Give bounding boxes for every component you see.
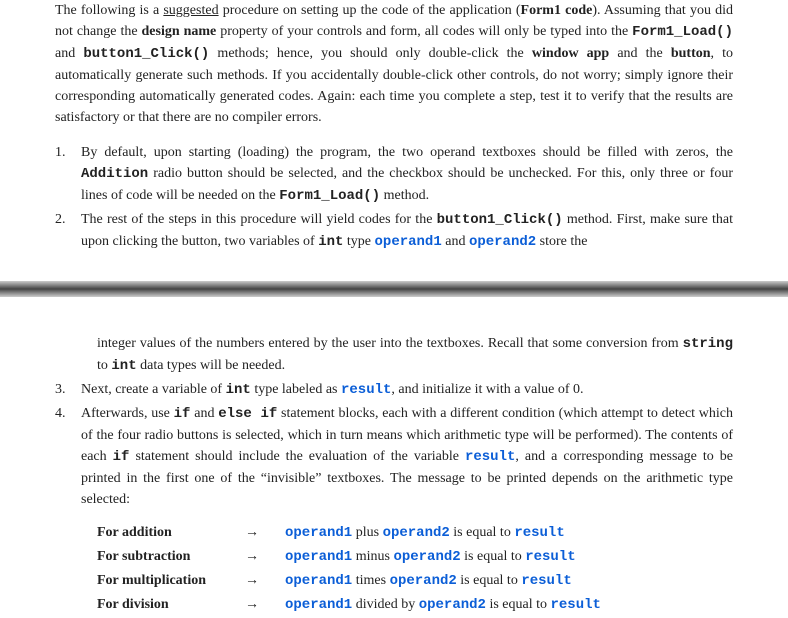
text: and — [442, 234, 469, 249]
op-label: For addition — [97, 522, 245, 543]
string-code: string — [683, 336, 733, 352]
operations-table: For addition → operand1 plus operand2 is… — [97, 522, 733, 616]
form1-code-label: Form1 code — [521, 3, 593, 18]
design-name-label: design name — [142, 24, 217, 39]
page-divider — [0, 281, 788, 297]
text: to — [97, 358, 111, 373]
arrow-icon: → — [245, 546, 285, 567]
document-page-2: integer values of the numbers entered by… — [0, 333, 788, 616]
table-row: For subtraction → operand1 minus operand… — [97, 546, 733, 568]
text: procedure on setting up the code of the … — [219, 3, 521, 18]
op-label: For subtraction — [97, 546, 245, 567]
text: property of your controls and form, all … — [216, 24, 632, 39]
addition-code: Addition — [81, 166, 148, 182]
result-code: result — [550, 597, 600, 613]
if-code: if — [113, 449, 130, 465]
text: minus — [352, 549, 393, 564]
list-item-4: Afterwards, use if and else if statement… — [55, 403, 733, 510]
button1-click-code: button1_Click() — [437, 212, 563, 228]
text: is equal to — [457, 573, 522, 588]
form1-load-code: Form1_Load() — [632, 24, 733, 40]
operand2-code: operand2 — [390, 573, 457, 589]
text: and the — [609, 46, 671, 61]
operand1-code: operand1 — [285, 525, 352, 541]
op-label: For division — [97, 594, 245, 615]
suggested-word: suggested — [163, 3, 218, 18]
list-item-1: By default, upon starting (loading) the … — [55, 142, 733, 207]
text: Afterwards, use — [81, 406, 174, 421]
operand2-code: operand2 — [393, 549, 460, 565]
text: data types will be needed. — [137, 358, 286, 373]
window-app-label: window app — [532, 46, 609, 61]
text: and — [55, 46, 83, 61]
result-code: result — [514, 525, 564, 541]
arrow-icon: → — [245, 570, 285, 591]
text: The rest of the steps in this procedure … — [81, 212, 437, 227]
operand1-code: operand1 — [285, 573, 352, 589]
text: store the — [536, 234, 587, 249]
op-text: operand1 times operand2 is equal to resu… — [285, 570, 733, 592]
int-code: int — [318, 234, 343, 250]
text: Next, create a variable of — [81, 382, 226, 397]
table-row: For multiplication → operand1 times oper… — [97, 570, 733, 592]
elseif-code: else if — [218, 406, 277, 422]
text: type — [343, 234, 374, 249]
procedure-list-bottom: Next, create a variable of int type labe… — [55, 379, 733, 510]
operand2-code: operand2 — [469, 234, 536, 250]
button1-click-code: button1_Click() — [83, 46, 209, 62]
list-item-2-continued: integer values of the numbers entered by… — [55, 333, 733, 377]
button-label: button — [671, 46, 711, 61]
text: times — [352, 573, 389, 588]
arrow-icon: → — [245, 594, 285, 615]
text: statement should include the evaluation … — [129, 449, 465, 464]
operand1-code: operand1 — [285, 597, 352, 613]
procedure-list-top: By default, upon starting (loading) the … — [55, 142, 733, 253]
form1-load-code: Form1_Load() — [279, 188, 380, 204]
operand2-code: operand2 — [383, 525, 450, 541]
document-page: The following is a suggested procedure o… — [0, 0, 788, 253]
text: , and initialize it with a value of 0. — [391, 382, 583, 397]
intro-paragraph: The following is a suggested procedure o… — [55, 0, 733, 128]
int-code: int — [111, 358, 136, 374]
text: is equal to — [461, 549, 526, 564]
text: divided by — [352, 597, 419, 612]
text: and — [190, 406, 218, 421]
int-code: int — [226, 382, 251, 398]
arrow-icon: → — [245, 522, 285, 543]
table-row: For addition → operand1 plus operand2 is… — [97, 522, 733, 544]
operand1-code: operand1 — [375, 234, 442, 250]
op-text: operand1 minus operand2 is equal to resu… — [285, 546, 733, 568]
text: integer values of the numbers entered by… — [97, 336, 683, 351]
op-text: operand1 plus operand2 is equal to resul… — [285, 522, 733, 544]
operand2-code: operand2 — [419, 597, 486, 613]
list-item-3: Next, create a variable of int type labe… — [55, 379, 733, 401]
table-row: For division → operand1 divided by opera… — [97, 594, 733, 616]
result-code: result — [341, 382, 391, 398]
if-code: if — [174, 406, 191, 422]
text: plus — [352, 525, 382, 540]
text: type labeled as — [251, 382, 341, 397]
text: method. — [380, 188, 429, 203]
result-code: result — [525, 549, 575, 565]
text: is equal to — [486, 597, 551, 612]
text: The following is a — [55, 3, 163, 18]
text: is equal to — [450, 525, 515, 540]
result-code: result — [465, 449, 515, 465]
op-label: For multiplication — [97, 570, 245, 591]
operand1-code: operand1 — [285, 549, 352, 565]
text: methods; hence, you should only double-c… — [209, 46, 532, 61]
result-code: result — [521, 573, 571, 589]
text: By default, upon starting (loading) the … — [81, 145, 733, 160]
op-text: operand1 divided by operand2 is equal to… — [285, 594, 733, 616]
list-item-2: The rest of the steps in this procedure … — [55, 209, 733, 253]
